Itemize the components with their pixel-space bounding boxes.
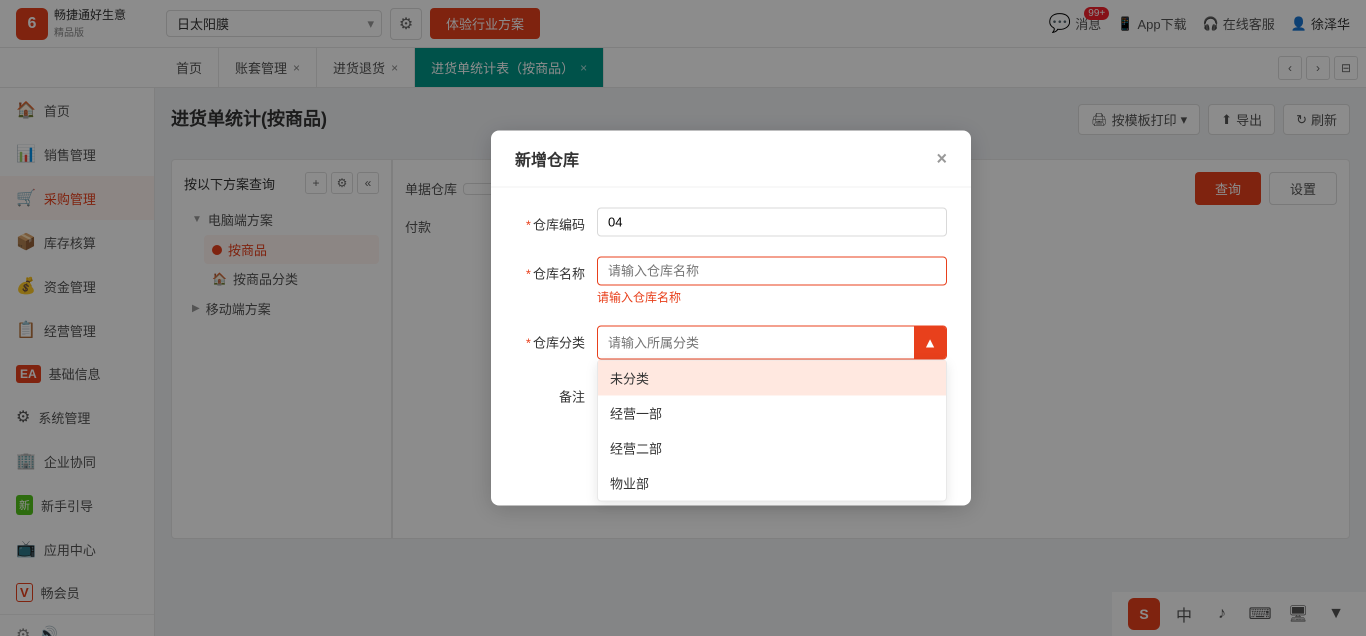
code-input[interactable]: [597, 208, 947, 237]
category-input[interactable]: [598, 329, 914, 356]
dropdown-input-row: ▲: [597, 326, 947, 360]
name-input[interactable]: [597, 257, 947, 286]
dropdown-list: 未分类 经营一部 经营二部 物业部: [597, 360, 947, 502]
modal-new-warehouse: 新增仓库 × 仓库编码 仓库名称 请输入仓库名称 仓库分类 ▲: [491, 131, 971, 506]
name-field-row: 仓库名称 请输入仓库名称: [515, 257, 947, 306]
dropdown-option-0[interactable]: 未分类: [598, 361, 946, 396]
category-label: 仓库分类: [515, 326, 585, 352]
modal-body: 仓库编码 仓库名称 请输入仓库名称 仓库分类 ▲ 未分类: [491, 188, 971, 449]
category-field-row: 仓库分类 ▲ 未分类 经营一部 经营二部 物业部: [515, 326, 947, 360]
modal-title: 新增仓库: [515, 147, 579, 171]
modal-header: 新增仓库 ×: [491, 131, 971, 188]
name-field-wrap: 请输入仓库名称: [597, 257, 947, 306]
code-field-wrap: [597, 208, 947, 237]
dropdown-option-2[interactable]: 经营二部: [598, 431, 946, 466]
modal-close-button[interactable]: ×: [936, 148, 947, 169]
dropdown-arrow-btn[interactable]: ▲: [914, 327, 946, 359]
code-field-row: 仓库编码: [515, 208, 947, 237]
remark-label: 备注: [515, 380, 585, 406]
name-error-msg: 请输入仓库名称: [597, 289, 947, 306]
code-label: 仓库编码: [515, 208, 585, 234]
dropdown-option-3[interactable]: 物业部: [598, 466, 946, 501]
category-dropdown: ▲ 未分类 经营一部 经营二部 物业部: [597, 326, 947, 360]
dropdown-option-1[interactable]: 经营一部: [598, 396, 946, 431]
name-label: 仓库名称: [515, 257, 585, 283]
